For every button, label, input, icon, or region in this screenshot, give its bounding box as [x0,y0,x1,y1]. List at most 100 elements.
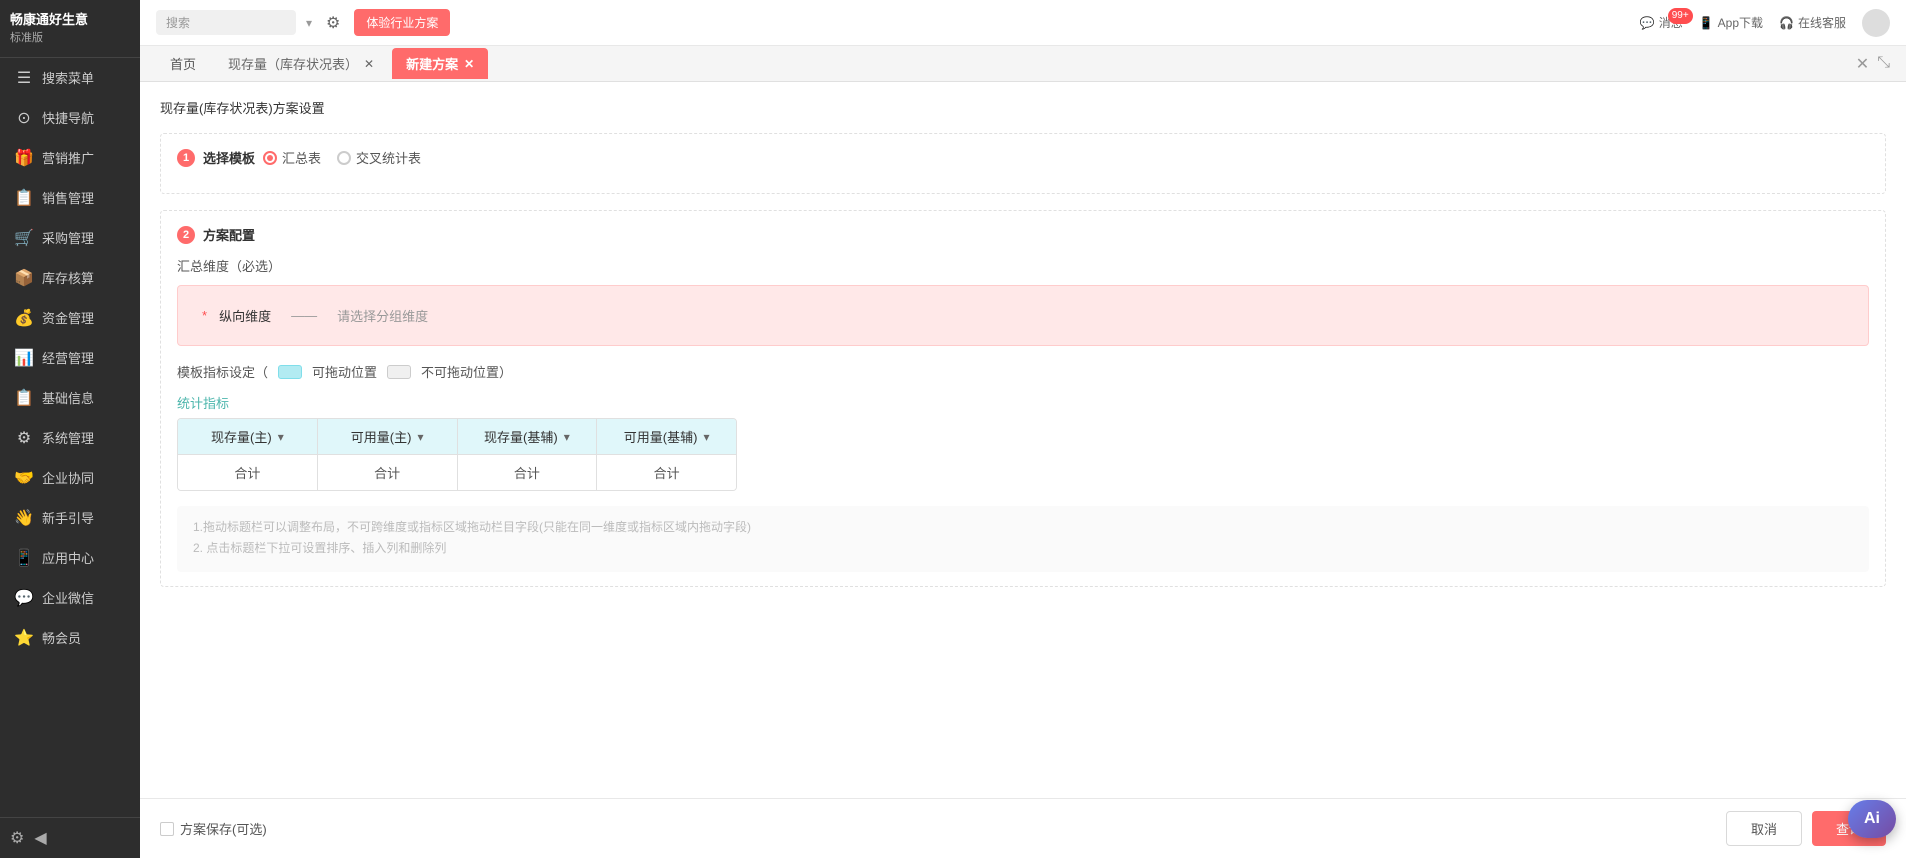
expand-window-icon[interactable]: ⤡ [1877,54,1890,74]
message-icon: 💬 [1640,16,1655,30]
sidebar-icon-app-center: 📱 [14,548,34,568]
sidebar-icon-finance-mgmt: 💰 [14,308,34,328]
sidebar-icon-sales-mgmt: 📋 [14,188,34,208]
stats-body-col-1: 合计 [318,455,458,490]
sidebar-nav: ☰搜索菜单⊙快捷导航🎁营销推广 📋 销售管理 🛒采购管理📦库存核算💰资金管理 📊 经营管理… [0,58,140,817]
step2-title: 方案配置 [203,225,255,244]
sidebar-item-business-mgmt[interactable]: 📊 经营管理 [0,338,140,378]
app-download-label: App下载 [1718,14,1763,31]
tips-line-2: 2. 点击标题栏下拉可设置排序、插入列和删除列 [193,539,1853,556]
tabbar: 首页 现存量（库存状况表） ✕ 新建方案 ✕ ✕ ⤡ [140,46,1906,82]
radio-summary-label: 汇总表 [282,148,321,167]
tab-window-controls: ✕ ⤡ [1856,54,1890,74]
tab-home[interactable]: 首页 [156,48,210,79]
user-avatar[interactable] [1862,9,1890,37]
message-button[interactable]: 💬 消息 99+ [1640,14,1683,31]
vertical-dim-label: 纵向维度 [219,306,271,325]
ai-bubble[interactable]: Ai [1848,800,1896,838]
sidebar-icon-business-mgmt: 📊 [14,348,34,368]
stats-header-col-1[interactable]: 可用量(主)▾ [318,419,458,454]
home-label: 首页 [170,54,196,73]
draggable-label: 可拖动位置 [312,362,377,381]
col-chevron-0[interactable]: ▾ [278,430,284,444]
indicator-label: 模板指标设定（ [177,362,268,381]
app-icon: 📱 [1699,16,1714,30]
dimension-box[interactable]: * 纵向维度 —— 请选择分组维度 [177,285,1869,346]
trial-button[interactable]: 体验行业方案 [354,9,450,36]
stats-header-row: 现存量(主)▾可用量(主)▾ 现存量(基辅) ▾ 可用量(基辅) ▾ [178,419,736,454]
sidebar-item-basic-info[interactable]: 📋 基础信息 [0,378,140,418]
sidebar-item-new-guide[interactable]: 👋新手引导 [0,498,140,538]
search-input[interactable]: 搜索 [156,10,296,35]
save-checkbox-box[interactable] [160,822,174,836]
stats-body-col-2: 合计 [458,455,598,490]
bottombar: 方案保存(可选) 取消 查询 [140,798,1906,858]
template-radio-group: 汇总表 交叉统计表 [263,148,421,167]
close-window-icon[interactable]: ✕ [1856,54,1869,74]
sidebar-label-basic-info: 基础信息 [42,388,94,407]
inventory-tab-close[interactable]: ✕ [364,57,374,71]
sidebar-item-purchase-mgmt[interactable]: 🛒采购管理 [0,218,140,258]
collapse-icon[interactable]: ◀ [34,828,46,848]
sidebar-item-member[interactable]: ⭐畅会员 [0,618,140,658]
stats-header-col-3[interactable]: 可用量(基辅) ▾ [597,419,736,454]
stats-table: 现存量(主)▾可用量(主)▾ 现存量(基辅) ▾ 可用量(基辅) ▾ 合计合计合计合计 [177,418,737,491]
dim-placeholder: 请选择分组维度 [337,306,428,325]
sidebar-label-sys-mgmt: 系统管理 [42,428,94,447]
save-checkbox[interactable]: 方案保存(可选) [160,819,267,838]
sidebar-item-inventory-check[interactable]: 📦库存核算 [0,258,140,298]
tips-line-1: 1.拖动标题栏可以调整布局，不可跨维度或指标区域拖动栏目字段(只能在同一维度或指… [193,518,1853,535]
cancel-button[interactable]: 取消 [1726,811,1802,846]
col-label-2: 现存量(基辅) [484,427,558,446]
dropdown-icon[interactable]: ▾ [306,16,312,30]
radio-cross-label: 交叉统计表 [356,148,421,167]
non-draggable-label: 不可拖动位置） [421,362,512,381]
sidebar-icon-basic-info: 📋 [14,388,34,408]
topbar-right: 💬 消息 99+ 📱 App下载 🎧 在线客服 [1640,9,1890,37]
service-button[interactable]: 🎧 在线客服 [1779,14,1846,31]
col-label-3: 可用量(基辅) [624,427,698,446]
tips-box: 1.拖动标题栏可以调整布局，不可跨维度或指标区域拖动栏目字段(只能在同一维度或指… [177,506,1869,572]
sidebar-item-quick-nav[interactable]: ⊙快捷导航 [0,98,140,138]
sidebar: 畅康通好生意 标准版 ☰搜索菜单⊙快捷导航🎁营销推广📋销售管理🛒采购管理📦库存核… [0,0,140,858]
sidebar-label-new-guide: 新手引导 [42,508,94,527]
stats-body-row: 合计合计合计合计 [178,454,736,490]
summary-dimension-label: 汇总维度（必选） [177,256,1869,275]
tab-new-plan[interactable]: 新建方案 ✕ [392,48,488,79]
sidebar-item-sys-mgmt[interactable]: ⚙ 系统管理 [0,418,140,458]
settings-icon[interactable]: ⚙ [10,828,24,848]
sidebar-icon-member: ⭐ [14,628,34,648]
sidebar-item-finance-mgmt[interactable]: 💰资金管理 [0,298,140,338]
col-chevron-2[interactable]: ▾ [564,430,570,444]
stats-header-col-0[interactable]: 现存量(主)▾ [178,419,318,454]
radio-cross-dot [337,151,351,165]
sidebar-item-sales-mgmt[interactable]: 📋 销售管理 [0,178,140,218]
sidebar-icon-purchase-mgmt: 🛒 [14,228,34,248]
sidebar-label-sales-mgmt: 销售管理 [42,188,94,207]
save-label: 方案保存(可选) [180,819,267,838]
sidebar-item-app-center[interactable]: 📱应用中心 [0,538,140,578]
sidebar-item-enterprise-coop[interactable]: 🤝企业协同 [0,458,140,498]
topbar: 搜索 ▾ ⚙ 体验行业方案 💬 消息 99+ 📱 App下载 🎧 在线客服 [140,0,1906,46]
sidebar-label-business-mgmt: 经营管理 [42,348,94,367]
inventory-tab-label: 现存量（库存状况表） [228,54,358,73]
step1-title: 选择模板 [203,148,255,167]
radio-cross[interactable]: 交叉统计表 [337,148,421,167]
topbar-gear-icon[interactable]: ⚙ [326,13,340,33]
sidebar-item-marketing[interactable]: 🎁营销推广 [0,138,140,178]
app-version: 标准版 [10,29,130,45]
sidebar-icon-search-menu: ☰ [14,68,34,88]
radio-summary[interactable]: 汇总表 [263,148,321,167]
stats-header-col-2[interactable]: 现存量(基辅) ▾ [458,419,598,454]
sidebar-item-search-menu[interactable]: ☰搜索菜单 [0,58,140,98]
col-chevron-1[interactable]: ▾ [417,430,423,444]
step1-header: 1 选择模板 汇总表 交叉统计表 [177,148,1869,167]
sidebar-item-enterprise-wechat[interactable]: 💬企业微信 [0,578,140,618]
step1-section: 1 选择模板 汇总表 交叉统计表 [160,133,1886,194]
stats-body-col-3: 合计 [597,455,736,490]
app-download-button[interactable]: 📱 App下载 [1699,14,1763,31]
sidebar-icon-sys-mgmt: ⚙ [14,428,34,448]
col-chevron-3[interactable]: ▾ [703,430,709,444]
new-plan-tab-close[interactable]: ✕ [464,57,474,71]
tab-inventory[interactable]: 现存量（库存状况表） ✕ [214,48,388,79]
